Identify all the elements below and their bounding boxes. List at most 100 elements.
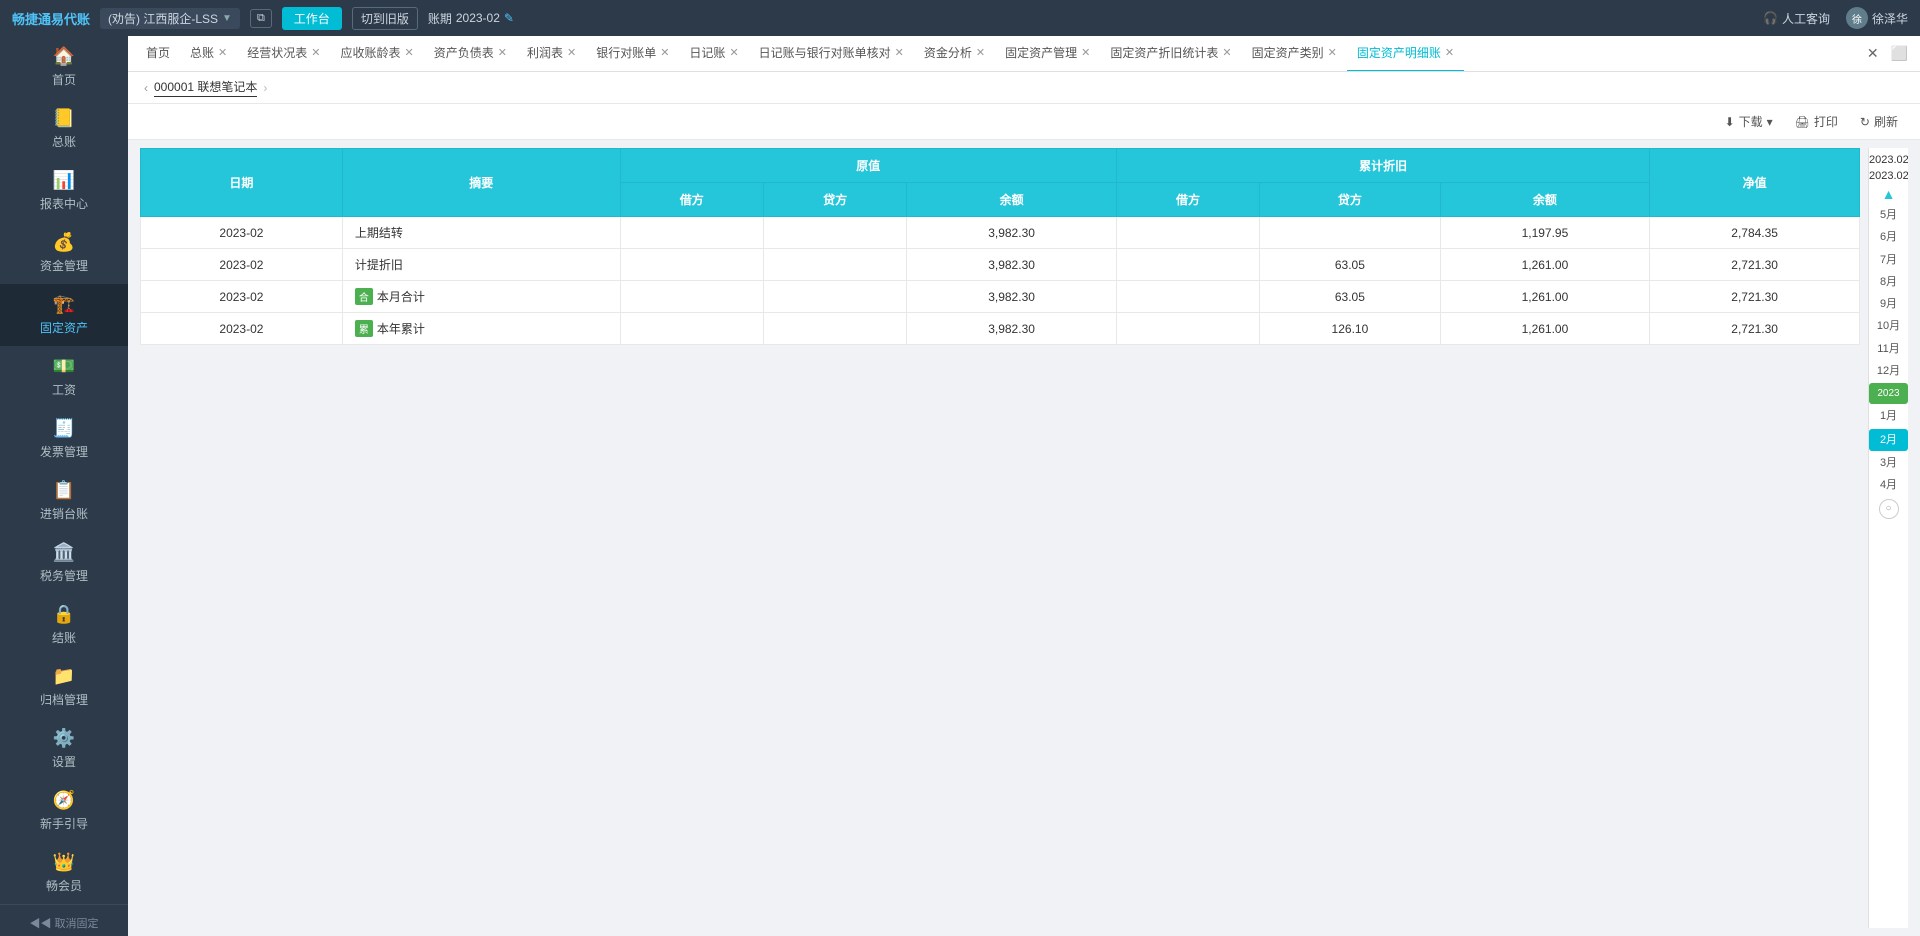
tab-fixed-assets-management[interactable]: 固定资产管理 ✕	[995, 36, 1100, 72]
sidebar-item-report[interactable]: 📊 报表中心	[0, 160, 128, 222]
company-selector[interactable]: (劝告) 江西服企-LSS ▼	[100, 8, 240, 29]
sidebar-item-archive[interactable]: 📁 归档管理	[0, 656, 128, 718]
sidebar-item-label: 报表中心	[40, 195, 88, 212]
sidebar-item-tax[interactable]: 🏛️ 税务管理	[0, 532, 128, 594]
tab-business-status[interactable]: 经营状况表 ✕	[237, 36, 330, 72]
right-panel-month-2[interactable]: 2月	[1869, 429, 1908, 451]
tab-receivable-aging[interactable]: 应收账龄表 ✕	[330, 36, 423, 72]
right-panel-month-1[interactable]: 1月	[1869, 405, 1908, 427]
period-display: 账期 2023-02 ✎	[428, 10, 514, 27]
tab-home[interactable]: 首页	[136, 36, 180, 72]
right-panel-year-2023[interactable]: 2023	[1869, 383, 1908, 404]
tab-profit[interactable]: 利润表 ✕	[517, 36, 586, 72]
breadcrumb-back[interactable]: ‹	[144, 81, 148, 95]
tab-fund-analysis[interactable]: 资金分析 ✕	[914, 36, 995, 72]
sidebar-item-member[interactable]: 👑 畅会员	[0, 842, 128, 904]
sidebar-item-salary[interactable]: 💵 工资	[0, 346, 128, 408]
sidebar-item-fixed-assets[interactable]: 🏗️ 固定资产	[0, 284, 128, 346]
tab-close-icon[interactable]: ✕	[895, 46, 904, 59]
tab-label: 银行对账单	[596, 44, 656, 61]
right-panel-month-8[interactable]: 8月	[1869, 271, 1908, 293]
tab-close-icon[interactable]: ✕	[729, 46, 738, 59]
sidebar-item-closing[interactable]: 🔒 结账	[0, 594, 128, 656]
unpin-button[interactable]: ◀◀ 取消固定	[0, 904, 128, 936]
right-panel-month-9[interactable]: 9月	[1869, 293, 1908, 315]
switch-version-button[interactable]: 切到旧版	[352, 7, 418, 30]
workbench-button[interactable]: 工作台	[282, 7, 342, 30]
tab-maximize-button[interactable]: ⬜	[1887, 43, 1912, 64]
tab-label: 资产负债表	[434, 44, 494, 61]
download-label: 下载	[1739, 113, 1763, 130]
sidebar-item-fund[interactable]: 💰 资金管理	[0, 222, 128, 284]
fund-icon: 💰	[53, 232, 75, 253]
home-icon: 🏠	[53, 46, 75, 67]
tab-label: 固定资产类别	[1252, 44, 1324, 61]
user-menu[interactable]: 徐 徐泽华	[1846, 7, 1908, 29]
sidebar-item-guide[interactable]: 🧭 新手引导	[0, 780, 128, 842]
refresh-button[interactable]: ↻ 刷新	[1854, 110, 1904, 133]
sidebar-item-label: 固定资产	[40, 319, 88, 336]
cell-net-value: 2,784.35	[1650, 217, 1860, 249]
tab-close-icon[interactable]: ✕	[218, 46, 227, 59]
right-panel-month-6[interactable]: 6月	[1869, 226, 1908, 248]
right-panel-month-7[interactable]: 7月	[1869, 249, 1908, 271]
tab-depreciation-stats[interactable]: 固定资产折旧统计表 ✕	[1100, 36, 1241, 72]
tab-close-icon[interactable]: ✕	[976, 46, 985, 59]
invoice-icon: 🧾	[53, 418, 75, 439]
tab-close-icon[interactable]: ✕	[660, 46, 669, 59]
tab-journal-bank-reconcile[interactable]: 日记账与银行对账单核对 ✕	[749, 36, 914, 72]
archive-icon: 📁	[53, 666, 75, 687]
tab-ledger[interactable]: 总账 ✕	[180, 36, 237, 72]
tab-close-icon[interactable]: ✕	[1445, 46, 1454, 59]
tab-fixed-assets-detail[interactable]: 固定资产明细账 ✕	[1347, 36, 1464, 72]
scroll-up-button[interactable]: ▲	[1880, 184, 1898, 204]
top-bar: 畅捷通易代账 (劝告) 江西服企-LSS ▼ ⧉ 工作台 切到旧版 账期 202…	[0, 0, 1920, 36]
right-panel-month-4[interactable]: 4月	[1869, 474, 1908, 496]
tab-close-icon[interactable]: ✕	[405, 46, 414, 59]
tab-fixed-assets-category[interactable]: 固定资产类别 ✕	[1242, 36, 1347, 72]
right-panel-month-3[interactable]: 3月	[1869, 452, 1908, 474]
period-edit-icon[interactable]: ✎	[504, 11, 514, 25]
member-icon: 👑	[53, 852, 75, 873]
tab-close-icon[interactable]: ✕	[1081, 46, 1090, 59]
download-button[interactable]: ⬇ 下载 ▾	[1719, 110, 1779, 133]
purchase-sales-icon: 📋	[53, 480, 75, 501]
tab-close-icon[interactable]: ✕	[567, 46, 576, 59]
breadcrumb-forward[interactable]: ›	[263, 81, 267, 95]
tab-journal[interactable]: 日记账 ✕	[679, 36, 748, 72]
right-panel-date-top2: 2023.02	[1869, 168, 1908, 184]
scroll-down-button[interactable]: ○	[1879, 499, 1899, 519]
sidebar-item-label: 新手引导	[40, 815, 88, 832]
right-panel-month-12[interactable]: 12月	[1869, 360, 1908, 382]
period-value: 2023-02	[456, 11, 500, 25]
cell-accum-credit: 126.10	[1260, 313, 1440, 345]
cell-orig-debit	[620, 217, 763, 249]
breadcrumb-current: 000001 联想笔记本	[154, 78, 257, 97]
tab-close-all-button[interactable]: ✕	[1863, 43, 1883, 64]
cell-orig-balance: 3,982.30	[907, 249, 1117, 281]
sidebar-item-home[interactable]: 🏠 首页	[0, 36, 128, 98]
right-panel-month-10[interactable]: 10月	[1869, 315, 1908, 337]
tab-label: 固定资产管理	[1005, 44, 1077, 61]
service-button[interactable]: 🎧 人工客询	[1763, 10, 1830, 27]
sidebar-item-settings[interactable]: ⚙️ 设置	[0, 718, 128, 780]
tab-close-icon[interactable]: ✕	[311, 46, 320, 59]
right-panel-month-11[interactable]: 11月	[1869, 338, 1908, 360]
th-original-credit: 贷方	[763, 183, 906, 217]
guide-icon: 🧭	[53, 790, 75, 811]
copy-button[interactable]: ⧉	[250, 9, 272, 28]
tab-close-icon[interactable]: ✕	[498, 46, 507, 59]
tab-balance-sheet[interactable]: 资产负债表 ✕	[424, 36, 517, 72]
tab-bank-statement[interactable]: 银行对账单 ✕	[586, 36, 679, 72]
tab-bar-end: ✕ ⬜	[1863, 43, 1912, 64]
tab-close-icon[interactable]: ✕	[1328, 46, 1337, 59]
sidebar-item-purchase-sales[interactable]: 📋 进销台账	[0, 470, 128, 532]
tab-close-icon[interactable]: ✕	[1222, 46, 1231, 59]
cell-accum-balance: 1,261.00	[1440, 313, 1650, 345]
th-original-balance: 余额	[907, 183, 1117, 217]
print-button[interactable]: 🖨 打印	[1789, 110, 1844, 133]
right-panel-month-5[interactable]: 5月	[1869, 204, 1908, 226]
service-label: 人工客询	[1782, 10, 1830, 27]
sidebar-item-ledger[interactable]: 📒 总账	[0, 98, 128, 160]
sidebar-item-invoice[interactable]: 🧾 发票管理	[0, 408, 128, 470]
